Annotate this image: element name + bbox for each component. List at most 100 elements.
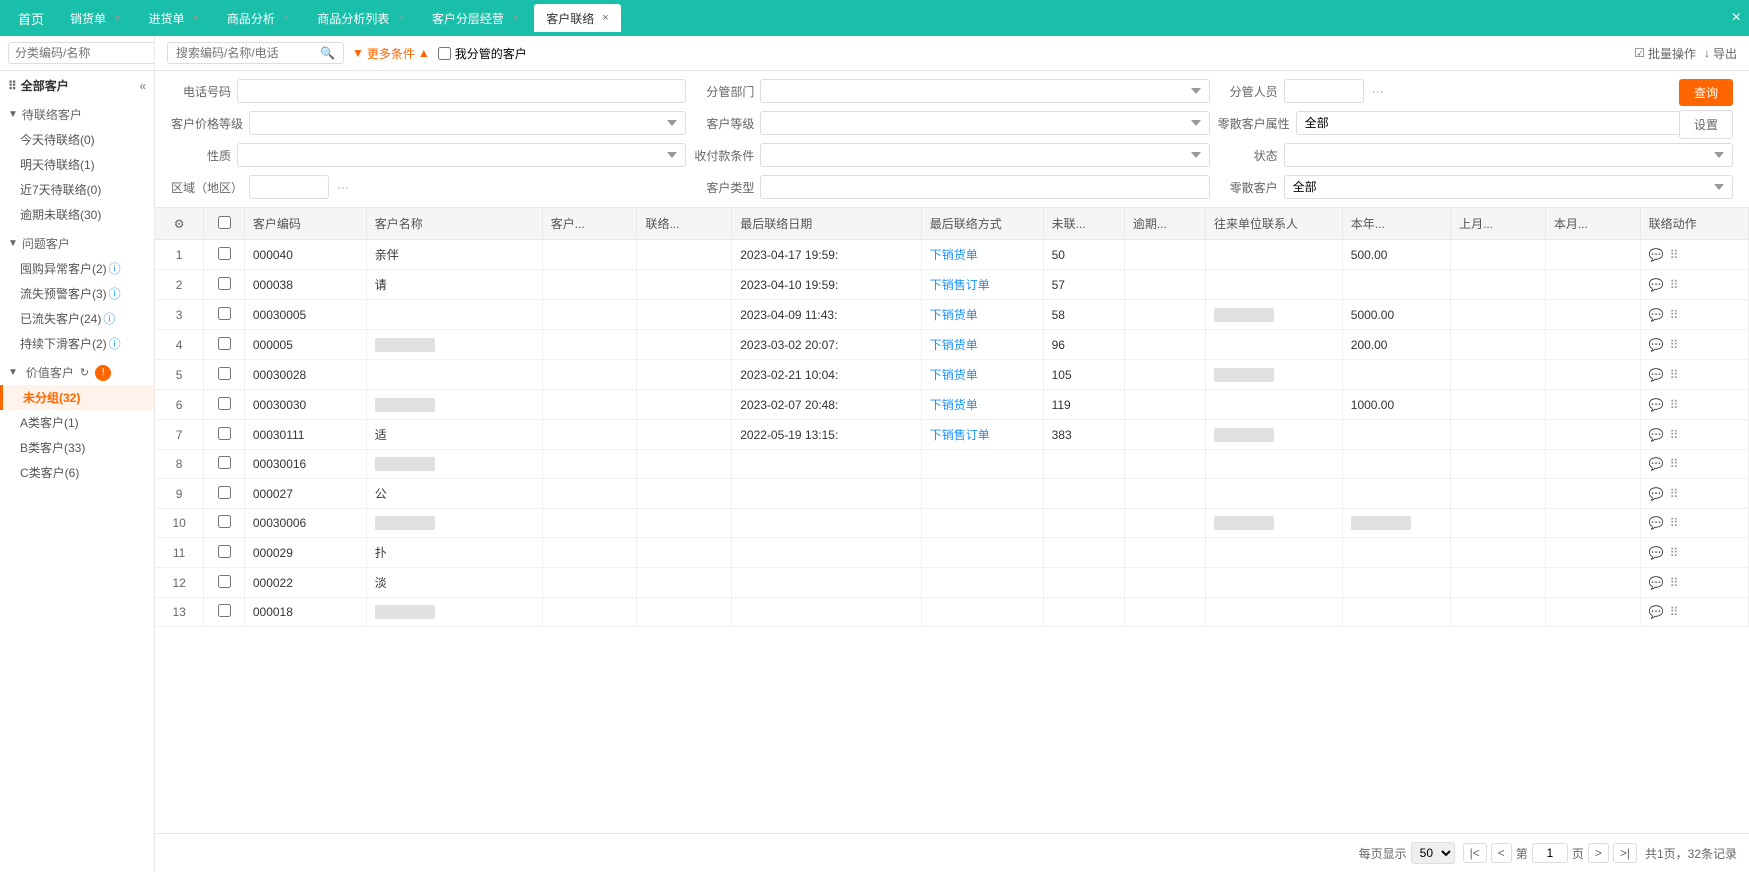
query-button[interactable]: 查询	[1679, 79, 1733, 106]
nav-tab-customer-contact[interactable]: 客户联络 ×	[534, 4, 620, 32]
chat-icon[interactable]: 💬	[1649, 516, 1664, 530]
chat-icon[interactable]: 💬	[1649, 308, 1664, 322]
row-checkbox[interactable]	[218, 247, 231, 260]
grid-action-icon[interactable]: ⠿	[1670, 428, 1679, 442]
export-btn[interactable]: ↓ 导出	[1704, 45, 1737, 62]
reset-button[interactable]: 设置	[1679, 110, 1733, 139]
last-page-btn[interactable]: >|	[1613, 843, 1637, 863]
sidebar-item-churned[interactable]: 已流失客户(24) ⓘ	[0, 306, 154, 331]
grid-action-icon[interactable]: ⠿	[1670, 398, 1679, 412]
sidebar-item-tomorrow[interactable]: 明天待联络(1)	[0, 152, 154, 177]
chat-icon[interactable]: 💬	[1649, 278, 1664, 292]
grid-action-icon[interactable]: ⠿	[1670, 487, 1679, 501]
next-page-btn[interactable]: >	[1588, 843, 1609, 863]
sidebar-item-overdue[interactable]: 逾期未联络(30)	[0, 202, 154, 227]
last-method-link[interactable]: 下销售订单	[930, 278, 990, 292]
filter-search-input[interactable]	[176, 46, 316, 60]
row-checkbox[interactable]	[218, 427, 231, 440]
status-select[interactable]	[1284, 143, 1733, 167]
chat-icon[interactable]: 💬	[1649, 428, 1664, 442]
price-level-select[interactable]	[249, 111, 686, 135]
dept-select[interactable]	[760, 79, 1209, 103]
grid-action-icon[interactable]: ⠿	[1670, 308, 1679, 322]
nav-tab-purchase-close[interactable]: ×	[192, 12, 198, 24]
region-input[interactable]	[249, 175, 329, 199]
row-checkbox[interactable]	[218, 545, 231, 558]
nav-tab-purchase[interactable]: 进货单 ×	[136, 4, 210, 32]
grid-action-icon[interactable]: ⠿	[1670, 368, 1679, 382]
person-more-icon[interactable]: ···	[1372, 84, 1384, 98]
filter-search-icon[interactable]: 🔍	[320, 46, 335, 60]
last-method-link[interactable]: 下销货单	[930, 398, 978, 412]
gender-select[interactable]	[237, 143, 686, 167]
nav-tab-customer-contact-close[interactable]: ×	[602, 12, 608, 24]
my-customers-checkbox[interactable]: 我分管的客户	[438, 45, 527, 62]
last-method-link[interactable]: 下销货单	[930, 308, 978, 322]
nav-tab-customer-mgmt[interactable]: 客户分层经营 ×	[420, 4, 530, 32]
per-page-select[interactable]: 50	[1411, 842, 1455, 864]
row-checkbox[interactable]	[218, 456, 231, 469]
chat-icon[interactable]: 💬	[1649, 338, 1664, 352]
last-method-link[interactable]: 下销货单	[930, 248, 978, 262]
sidebar-item-7days[interactable]: 近7天待联络(0)	[0, 177, 154, 202]
nav-home[interactable]: 首页	[8, 9, 54, 28]
window-close-icon[interactable]: ×	[1732, 9, 1741, 27]
sidebar-item-c-class[interactable]: C类客户(6)	[0, 460, 154, 485]
chat-icon[interactable]: 💬	[1649, 398, 1664, 412]
grid-action-icon[interactable]: ⠿	[1670, 338, 1679, 352]
sidebar-all-customers[interactable]: ⠿ 全部客户 «	[0, 71, 154, 100]
my-customers-check-input[interactable]	[438, 47, 451, 60]
page-number-input[interactable]	[1532, 843, 1568, 863]
retail-customer-select[interactable]: 全部	[1284, 175, 1733, 199]
row-checkbox[interactable]	[218, 367, 231, 380]
sidebar-group-value-header[interactable]: ▼ 价值客户 ↻ !	[0, 360, 154, 385]
refresh-icon[interactable]: ↻	[80, 366, 89, 379]
chat-icon[interactable]: 💬	[1649, 576, 1664, 590]
sidebar-collapse-icon[interactable]: «	[139, 79, 146, 93]
filter-more-conditions[interactable]: ▼ 更多条件 ▲	[352, 45, 430, 62]
grid-action-icon[interactable]: ⠿	[1670, 278, 1679, 292]
nav-tab-sales-close[interactable]: ×	[114, 12, 120, 24]
nav-tab-sales[interactable]: 销货单 ×	[58, 4, 132, 32]
retail-attr-select[interactable]: 全部	[1296, 111, 1733, 135]
grid-action-icon[interactable]: ⠿	[1670, 576, 1679, 590]
nav-tab-customer-mgmt-close[interactable]: ×	[512, 12, 518, 24]
nav-tab-analysis[interactable]: 商品分析 ×	[215, 4, 301, 32]
prev-page-btn[interactable]: <	[1491, 843, 1512, 863]
nav-tab-analysis-close[interactable]: ×	[283, 12, 289, 24]
nav-tab-analysis-list-close[interactable]: ×	[397, 12, 403, 24]
grid-action-icon[interactable]: ⠿	[1670, 605, 1679, 619]
sidebar-item-declining[interactable]: 持续下滑客户(2) ⓘ	[0, 331, 154, 356]
nav-tab-analysis-list[interactable]: 商品分析列表 ×	[305, 4, 415, 32]
th-settings[interactable]: ⚙	[155, 208, 204, 240]
row-checkbox[interactable]	[218, 397, 231, 410]
sidebar-item-today[interactable]: 今天待联络(0)	[0, 127, 154, 152]
batch-operation-btn[interactable]: ☑ 批量操作	[1634, 45, 1696, 62]
sidebar-item-ungroup[interactable]: 未分组(32)	[0, 385, 154, 410]
grid-action-icon[interactable]: ⠿	[1670, 248, 1679, 262]
grid-action-icon[interactable]: ⠿	[1670, 546, 1679, 560]
sidebar-item-a-class[interactable]: A类客户(1)	[0, 410, 154, 435]
row-checkbox[interactable]	[218, 277, 231, 290]
grid-action-icon[interactable]: ⠿	[1670, 457, 1679, 471]
customer-type-input[interactable]	[760, 175, 1209, 199]
last-method-link[interactable]: 下销货单	[930, 338, 978, 352]
chat-icon[interactable]: 💬	[1649, 546, 1664, 560]
row-checkbox[interactable]	[218, 337, 231, 350]
sidebar-group-problem-header[interactable]: ▼ 问题客户	[0, 231, 154, 256]
last-method-link[interactable]: 下销售订单	[930, 428, 990, 442]
payment-select[interactable]	[760, 143, 1209, 167]
row-checkbox[interactable]	[218, 575, 231, 588]
row-checkbox[interactable]	[218, 307, 231, 320]
phone-input[interactable]	[237, 79, 686, 103]
customer-level-select[interactable]	[760, 111, 1209, 135]
sidebar-item-b-class[interactable]: B类客户(33)	[0, 435, 154, 460]
chat-icon[interactable]: 💬	[1649, 487, 1664, 501]
chat-icon[interactable]: 💬	[1649, 248, 1664, 262]
first-page-btn[interactable]: |<	[1463, 843, 1487, 863]
select-all-checkbox[interactable]	[218, 216, 231, 229]
chat-icon[interactable]: 💬	[1649, 368, 1664, 382]
sidebar-group-waiting-header[interactable]: ▼ 待联络客户	[0, 102, 154, 127]
sidebar-item-abnormal[interactable]: 囤购异常客户(2) ⓘ	[0, 256, 154, 281]
chat-icon[interactable]: 💬	[1649, 605, 1664, 619]
